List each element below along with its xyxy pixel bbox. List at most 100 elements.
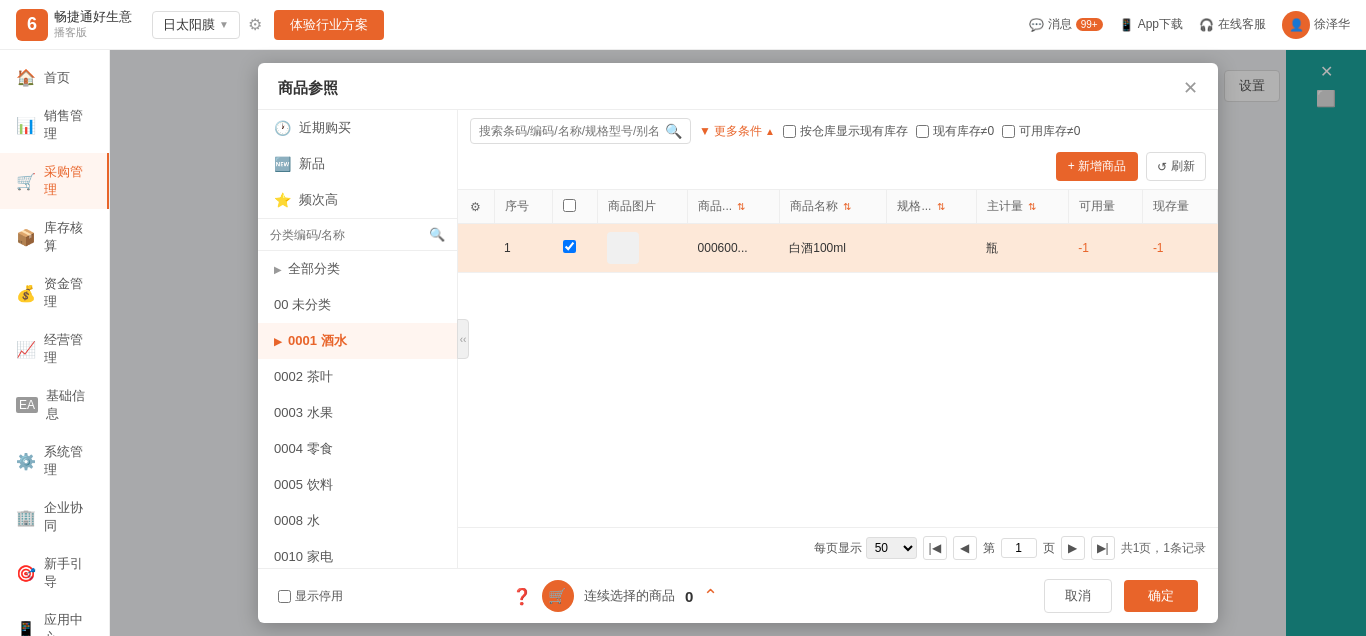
refresh-icon: ↺	[1157, 160, 1167, 174]
nav-service[interactable]: 🎧 在线客服	[1199, 16, 1266, 33]
sidebar-label-inventory: 库存核算	[44, 219, 93, 255]
checkbox-by-warehouse[interactable]: 按仓库显示现有库存	[783, 123, 908, 140]
refresh-btn[interactable]: ↺ 刷新	[1146, 152, 1206, 181]
category-panel: 🕐 近期购买 🆕 新品 ⭐ 频次高	[258, 110, 458, 568]
sidebar-item-purchase[interactable]: 🛒 采购管理	[0, 153, 109, 209]
cat-item-00[interactable]: 00 未分类	[258, 287, 457, 323]
search-submit-icon[interactable]: 🔍	[665, 123, 682, 139]
per-page-label: 每页显示	[814, 540, 862, 557]
nav-message[interactable]: 💬 消息 99+	[1029, 16, 1103, 33]
select-all-checkbox[interactable]	[563, 199, 576, 212]
sidebar-item-basic[interactable]: EA 基础信息	[0, 377, 109, 433]
sidebar-item-apps[interactable]: 📱 应用中心	[0, 601, 109, 636]
search-icon[interactable]: 🔍	[429, 227, 445, 242]
confirm-btn[interactable]: 确定	[1124, 580, 1198, 612]
table-header-row: ⚙ 序号 商品图片 商品... ⇅	[458, 190, 1218, 224]
sidebar-item-inventory[interactable]: 📦 库存核算	[0, 209, 109, 265]
sidebar-item-home[interactable]: 🏠 首页	[0, 58, 109, 97]
checkbox-usable-not-zero[interactable]: 可用库存≠0	[1002, 123, 1080, 140]
sidebar-item-system[interactable]: ⚙️ 系统管理	[0, 433, 109, 489]
modal-body: 🕐 近期购买 🆕 新品 ⭐ 频次高	[258, 110, 1218, 568]
checkbox-usable-label: 可用库存≠0	[1019, 123, 1080, 140]
add-product-btn[interactable]: + 新增商品	[1056, 152, 1138, 181]
per-page-dropdown[interactable]: 10 20 50 100	[866, 537, 917, 559]
sales-icon: 📊	[16, 116, 36, 135]
cat-item-0008[interactable]: 0008 水	[258, 503, 457, 539]
page-size-select: 每页显示 10 20 50 100	[814, 537, 917, 559]
trial-btn[interactable]: 体验行业方案	[274, 10, 384, 40]
page-input[interactable]	[1001, 538, 1037, 558]
cat-label-active: 0001 酒水	[288, 332, 347, 350]
modal-title: 商品参照	[278, 79, 338, 98]
cat-item-0010[interactable]: 0010 家电	[258, 539, 457, 568]
gear-icon[interactable]: ⚙	[248, 15, 262, 34]
checkbox-available-input[interactable]	[916, 125, 929, 138]
category-search-input[interactable]	[270, 228, 423, 242]
checkbox-usable-input[interactable]	[1002, 125, 1015, 138]
sidebar-item-operation[interactable]: 📈 经营管理	[0, 321, 109, 377]
sidebar-item-finance[interactable]: 💰 资金管理	[0, 265, 109, 321]
cat-item-0003[interactable]: 0003 水果	[258, 395, 457, 431]
sort-icon-spec: ⇅	[937, 201, 945, 212]
table-row[interactable]: 1 000600... 白酒100ml	[458, 224, 1218, 273]
th-unit-label: 主计量	[987, 199, 1023, 213]
app-name: 畅捷通好生意	[54, 9, 132, 26]
nav-app-download[interactable]: 📱 App下载	[1119, 16, 1183, 33]
new-icon: 🆕	[274, 156, 291, 172]
td-img	[597, 224, 687, 273]
th-name[interactable]: 商品名称 ⇅	[779, 190, 887, 224]
th-spec[interactable]: 规格... ⇅	[887, 190, 976, 224]
cat-item-0002[interactable]: 0002 茶叶	[258, 359, 457, 395]
td-unit: 瓶	[976, 224, 1068, 273]
nav-selector[interactable]: 日太阳膜 ▼	[152, 11, 240, 39]
show-disabled-label[interactable]: 显示停用	[278, 588, 343, 605]
sort-icon-unit: ⇅	[1028, 201, 1036, 212]
sidebar-label-basic: 基础信息	[46, 387, 93, 423]
row-checkbox[interactable]	[563, 240, 576, 253]
quick-tab-recent[interactable]: 🕐 近期购买	[258, 110, 457, 146]
help-icon[interactable]: ❓	[512, 587, 532, 606]
product-search-input[interactable]	[479, 124, 659, 138]
category-search: 🔍	[258, 219, 457, 251]
th-name-label: 商品名称	[790, 199, 838, 213]
sidebar-item-newbie[interactable]: 🎯 新手引导	[0, 545, 109, 601]
cat-item-all[interactable]: ▶ 全部分类	[258, 251, 457, 287]
cancel-btn[interactable]: 取消	[1044, 579, 1112, 613]
message-icon: 💬	[1029, 18, 1044, 32]
quick-tab-new[interactable]: 🆕 新品	[258, 146, 457, 182]
nav-user[interactable]: 👤 徐泽华	[1282, 11, 1350, 39]
th-unit[interactable]: 主计量 ⇅	[976, 190, 1068, 224]
filter-actions: + 新增商品 ↺ 刷新	[1056, 152, 1206, 181]
page-next-btn[interactable]: ▶	[1061, 536, 1085, 560]
collapse-btn[interactable]: ‹‹	[457, 319, 469, 359]
layout: 🏠 首页 📊 销售管理 🛒 采购管理 📦 库存核算 💰 资金管理 📈 经营管理 …	[0, 50, 1366, 636]
checkbox-available-not-zero[interactable]: 现有库存≠0	[916, 123, 994, 140]
sidebar-item-sales[interactable]: 📊 销售管理	[0, 97, 109, 153]
cat-item-0001[interactable]: ▶ 0001 酒水	[258, 323, 457, 359]
quick-tab-recent-label: 近期购买	[299, 119, 351, 137]
collapse-icon[interactable]: ⌃	[703, 585, 718, 607]
th-gear[interactable]: ⚙	[458, 190, 494, 224]
main-content: 查询 设置 刷新 ✕ ⬜ 商品参照 ✕	[110, 50, 1366, 636]
overlay: 商品参照 ✕ 🕐 近期购买 🆕	[110, 50, 1366, 636]
page-first-btn[interactable]: |◀	[923, 536, 947, 560]
cat-item-0005[interactable]: 0005 饮料	[258, 467, 457, 503]
modal: 商品参照 ✕ 🕐 近期购买 🆕	[258, 63, 1218, 623]
newbie-icon: 🎯	[16, 564, 36, 583]
checkbox-warehouse-input[interactable]	[783, 125, 796, 138]
system-icon: ⚙️	[16, 452, 36, 471]
quick-tab-freq[interactable]: ⭐ 频次高	[258, 182, 457, 218]
page-last-btn[interactable]: ▶|	[1091, 536, 1115, 560]
continuous-label: 连续选择的商品	[584, 587, 675, 605]
arrow-icon: ▶	[274, 264, 282, 275]
cat-item-0004[interactable]: 0004 零食	[258, 431, 457, 467]
quick-tab-new-label: 新品	[299, 155, 325, 173]
show-disabled-checkbox[interactable]	[278, 590, 291, 603]
sidebar-item-enterprise[interactable]: 🏢 企业协同	[0, 489, 109, 545]
page-prev-btn[interactable]: ◀	[953, 536, 977, 560]
th-code[interactable]: 商品... ⇅	[688, 190, 780, 224]
more-filter-btn[interactable]: ▼ 更多条件 ▲	[699, 123, 775, 140]
cat-label: 0003 水果	[274, 404, 333, 422]
modal-close-btn[interactable]: ✕	[1183, 77, 1198, 99]
th-checkbox	[553, 190, 597, 224]
